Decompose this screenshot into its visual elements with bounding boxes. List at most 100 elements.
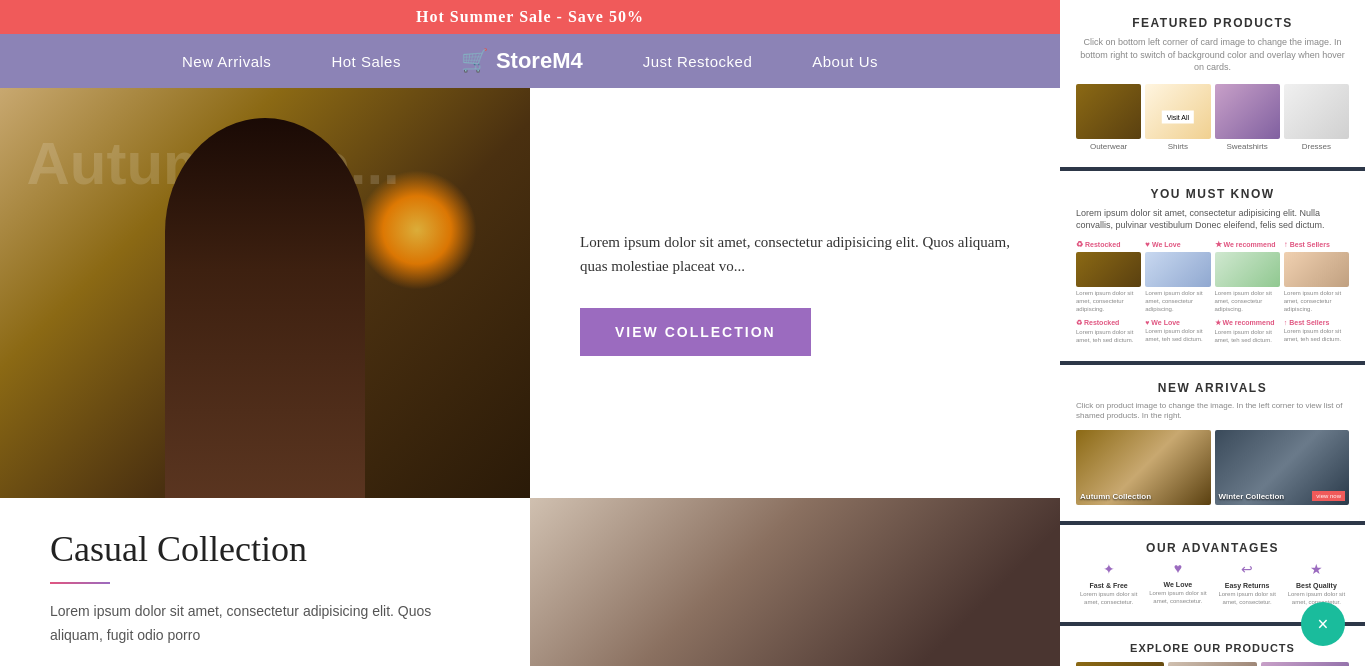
new-arrivals-section: NEW ARRIVALS Click on product image to c…	[1060, 365, 1365, 521]
brand-name: StoreM4	[496, 48, 583, 74]
explore-item-2[interactable]	[1168, 662, 1256, 666]
must-know-restocked-2[interactable]: ♻ Restocked Lorem ipsum dolor sit amet, …	[1076, 319, 1141, 345]
fast-free-text: Lorem ipsum dolor sit amet, consectetur.	[1076, 591, 1141, 607]
restocked-icon: ♻	[1076, 240, 1083, 249]
must-know-bestsellers[interactable]: ↑ Best Sellers Lorem ipsum dolor sit ame…	[1284, 240, 1349, 313]
bestsellers-icon: ↑	[1284, 240, 1288, 249]
featured-item-outerwear[interactable]: Outerwear	[1076, 84, 1141, 151]
hero-section: Autumn Co... Lorem ipsum dolor sit amet,…	[0, 88, 1060, 498]
autumn-label: Autumn Collection	[1080, 492, 1151, 501]
view-collection-button[interactable]: VIEW COLLECTION	[580, 308, 811, 356]
winter-view-btn[interactable]: view now	[1312, 491, 1345, 501]
sale-banner-text: Hot Summer Sale - Save 50%	[416, 8, 644, 25]
sweatshirts-img	[1215, 84, 1280, 139]
explore-item-1[interactable]	[1076, 662, 1164, 666]
mk2-recommend-title: ★ We recommend	[1215, 319, 1280, 327]
arrivals-autumn[interactable]: Autumn Collection	[1076, 430, 1211, 505]
must-know-restocked[interactable]: ♻ Restocked Lorem ipsum dolor sit amet, …	[1076, 240, 1141, 313]
new-arrivals-grid: Autumn Collection Winter Collection view…	[1076, 430, 1349, 505]
nav-just-restocked[interactable]: Just Restocked	[643, 53, 753, 70]
new-arrivals-title: NEW ARRIVALS	[1076, 381, 1349, 395]
featured-title: FEATURED PRODUCTS	[1076, 16, 1349, 30]
advantages-title: OUR ADVANTAGES	[1076, 541, 1349, 555]
recommend-icon: ★	[1215, 240, 1222, 249]
dresses-label: Dresses	[1284, 142, 1349, 151]
advantage-we-love: ♥ We Love Lorem ipsum dolor sit amet, co…	[1145, 561, 1210, 607]
collection-body: Lorem ipsum dolor sit amet, consectetur …	[50, 600, 480, 648]
navbar: New Arrivals Hot Sales 🛒 StoreM4 Just Re…	[0, 34, 1060, 88]
hero-right: Lorem ipsum dolor sit amet, consectetur …	[530, 88, 1060, 498]
collection-title: Casual Collection	[50, 528, 480, 570]
mk-restocked-title: ♻ Restocked	[1076, 240, 1141, 249]
arrivals-winter[interactable]: Winter Collection view now	[1215, 430, 1350, 505]
mk2-recommend-text: Lorem ipsum dolor sit amet, teh sed dict…	[1215, 329, 1280, 345]
outerwear-label: Outerwear	[1076, 142, 1141, 151]
must-know-recommend[interactable]: ★ We recommend Lorem ipsum dolor sit ame…	[1215, 240, 1280, 313]
welove-icon: ♥	[1145, 240, 1150, 249]
close-icon: ×	[1317, 613, 1328, 636]
must-know-welove[interactable]: ♥ We Love Lorem ipsum dolor sit amet, co…	[1145, 240, 1210, 313]
close-button[interactable]: ×	[1301, 602, 1345, 646]
explore-item-3[interactable]	[1261, 662, 1349, 666]
title-divider	[50, 582, 110, 584]
bottom-left: Casual Collection Lorem ipsum dolor sit …	[0, 498, 530, 666]
must-know-recommend-2[interactable]: ★ We recommend Lorem ipsum dolor sit ame…	[1215, 319, 1280, 345]
must-know-grid: ♻ Restocked Lorem ipsum dolor sit amet, …	[1076, 240, 1349, 313]
best-quality-title: Best Quality	[1284, 582, 1349, 589]
featured-item-shirts[interactable]: Visit All Shirts	[1145, 84, 1210, 151]
hero-bg: Autumn Co...	[0, 88, 530, 498]
must-know-bestsellers-2[interactable]: ↑ Best Sellers Lorem ipsum dolor sit ame…	[1284, 319, 1349, 345]
bottom-section: Casual Collection Lorem ipsum dolor sit …	[0, 498, 1060, 666]
mk-restocked-img	[1076, 252, 1141, 287]
advantage-easy-returns: ↩ Easy Returns Lorem ipsum dolor sit ame…	[1215, 561, 1280, 607]
outerwear-img	[1076, 84, 1141, 139]
bottom-right-bg	[530, 498, 1060, 666]
mk-welove-img	[1145, 252, 1210, 287]
nav-hot-sales[interactable]: Hot Sales	[331, 53, 401, 70]
easy-returns-icon: ↩	[1215, 561, 1280, 578]
dresses-img	[1284, 84, 1349, 139]
sidebar: FEATURED PRODUCTS Click on bottom left c…	[1060, 0, 1365, 666]
mk-recommend-img	[1215, 252, 1280, 287]
featured-item-sweatshirts[interactable]: Sweatshirts	[1215, 84, 1280, 151]
featured-products-section: FEATURED PRODUCTS Click on bottom left c…	[1060, 0, 1365, 167]
mk-restocked-text: Lorem ipsum dolor sit amet, consectetur …	[1076, 290, 1141, 313]
shirts-label: Shirts	[1145, 142, 1210, 151]
must-know-welove-2[interactable]: ♥ We Love Lorem ipsum dolor sit amet, te…	[1145, 319, 1210, 345]
easy-returns-title: Easy Returns	[1215, 582, 1280, 589]
mk-bestsellers-text: Lorem ipsum dolor sit amet, consectetur …	[1284, 290, 1349, 313]
advantage-fast-free: ✦ Fast & Free Lorem ipsum dolor sit amet…	[1076, 561, 1141, 607]
cart-icon: 🛒	[461, 48, 488, 74]
mk-bestsellers-img	[1284, 252, 1349, 287]
we-love-title: We Love	[1145, 581, 1210, 588]
winter-label: Winter Collection	[1219, 492, 1285, 501]
we-love-text: Lorem ipsum dolor sit amet, consectetur.	[1145, 590, 1210, 606]
mk2-welove-text: Lorem ipsum dolor sit amet, teh sed dict…	[1145, 328, 1210, 344]
mk2-restocked-title: ♻ Restocked	[1076, 319, 1141, 327]
featured-grid: Outerwear Visit All Shirts Sweatshirts D…	[1076, 84, 1349, 151]
mk2-restocked-text: Lorem ipsum dolor sit amet, teh sed dict…	[1076, 329, 1141, 345]
we-love-icon: ♥	[1145, 561, 1210, 577]
hero-left: Autumn Co...	[0, 88, 530, 498]
featured-item-dresses[interactable]: Dresses	[1284, 84, 1349, 151]
hero-description: Lorem ipsum dolor sit amet, consectetur …	[580, 230, 1010, 278]
easy-returns-text: Lorem ipsum dolor sit amet, consectetur.	[1215, 591, 1280, 607]
navbar-brand: 🛒 StoreM4	[461, 48, 583, 74]
nav-new-arrivals[interactable]: New Arrivals	[182, 53, 271, 70]
must-know-title: YOU MUST KNOW	[1076, 187, 1349, 201]
fast-free-title: Fast & Free	[1076, 582, 1141, 589]
explore-grid	[1076, 662, 1349, 666]
must-know-header: Lorem ipsum dolor sit amet, consectetur …	[1076, 207, 1349, 232]
visit-all-button[interactable]: Visit All	[1162, 111, 1194, 124]
mk-welove-text: Lorem ipsum dolor sit amet, consectetur …	[1145, 290, 1210, 313]
main-content: Hot Summer Sale - Save 50% New Arrivals …	[0, 0, 1060, 666]
new-arrivals-desc: Click on product image to change the ima…	[1076, 401, 1349, 422]
explore-title: EXPLORE OUR PRODUCTS	[1076, 642, 1349, 654]
mk-welove-title: ♥ We Love	[1145, 240, 1210, 249]
must-know-section: YOU MUST KNOW Lorem ipsum dolor sit amet…	[1060, 171, 1365, 361]
featured-subtitle: Click on bottom left corner of card imag…	[1076, 36, 1349, 74]
nav-about-us[interactable]: About Us	[812, 53, 878, 70]
best-quality-icon: ★	[1284, 561, 1349, 578]
fast-free-icon: ✦	[1076, 561, 1141, 578]
mk2-bestsellers-title: ↑ Best Sellers	[1284, 319, 1349, 326]
